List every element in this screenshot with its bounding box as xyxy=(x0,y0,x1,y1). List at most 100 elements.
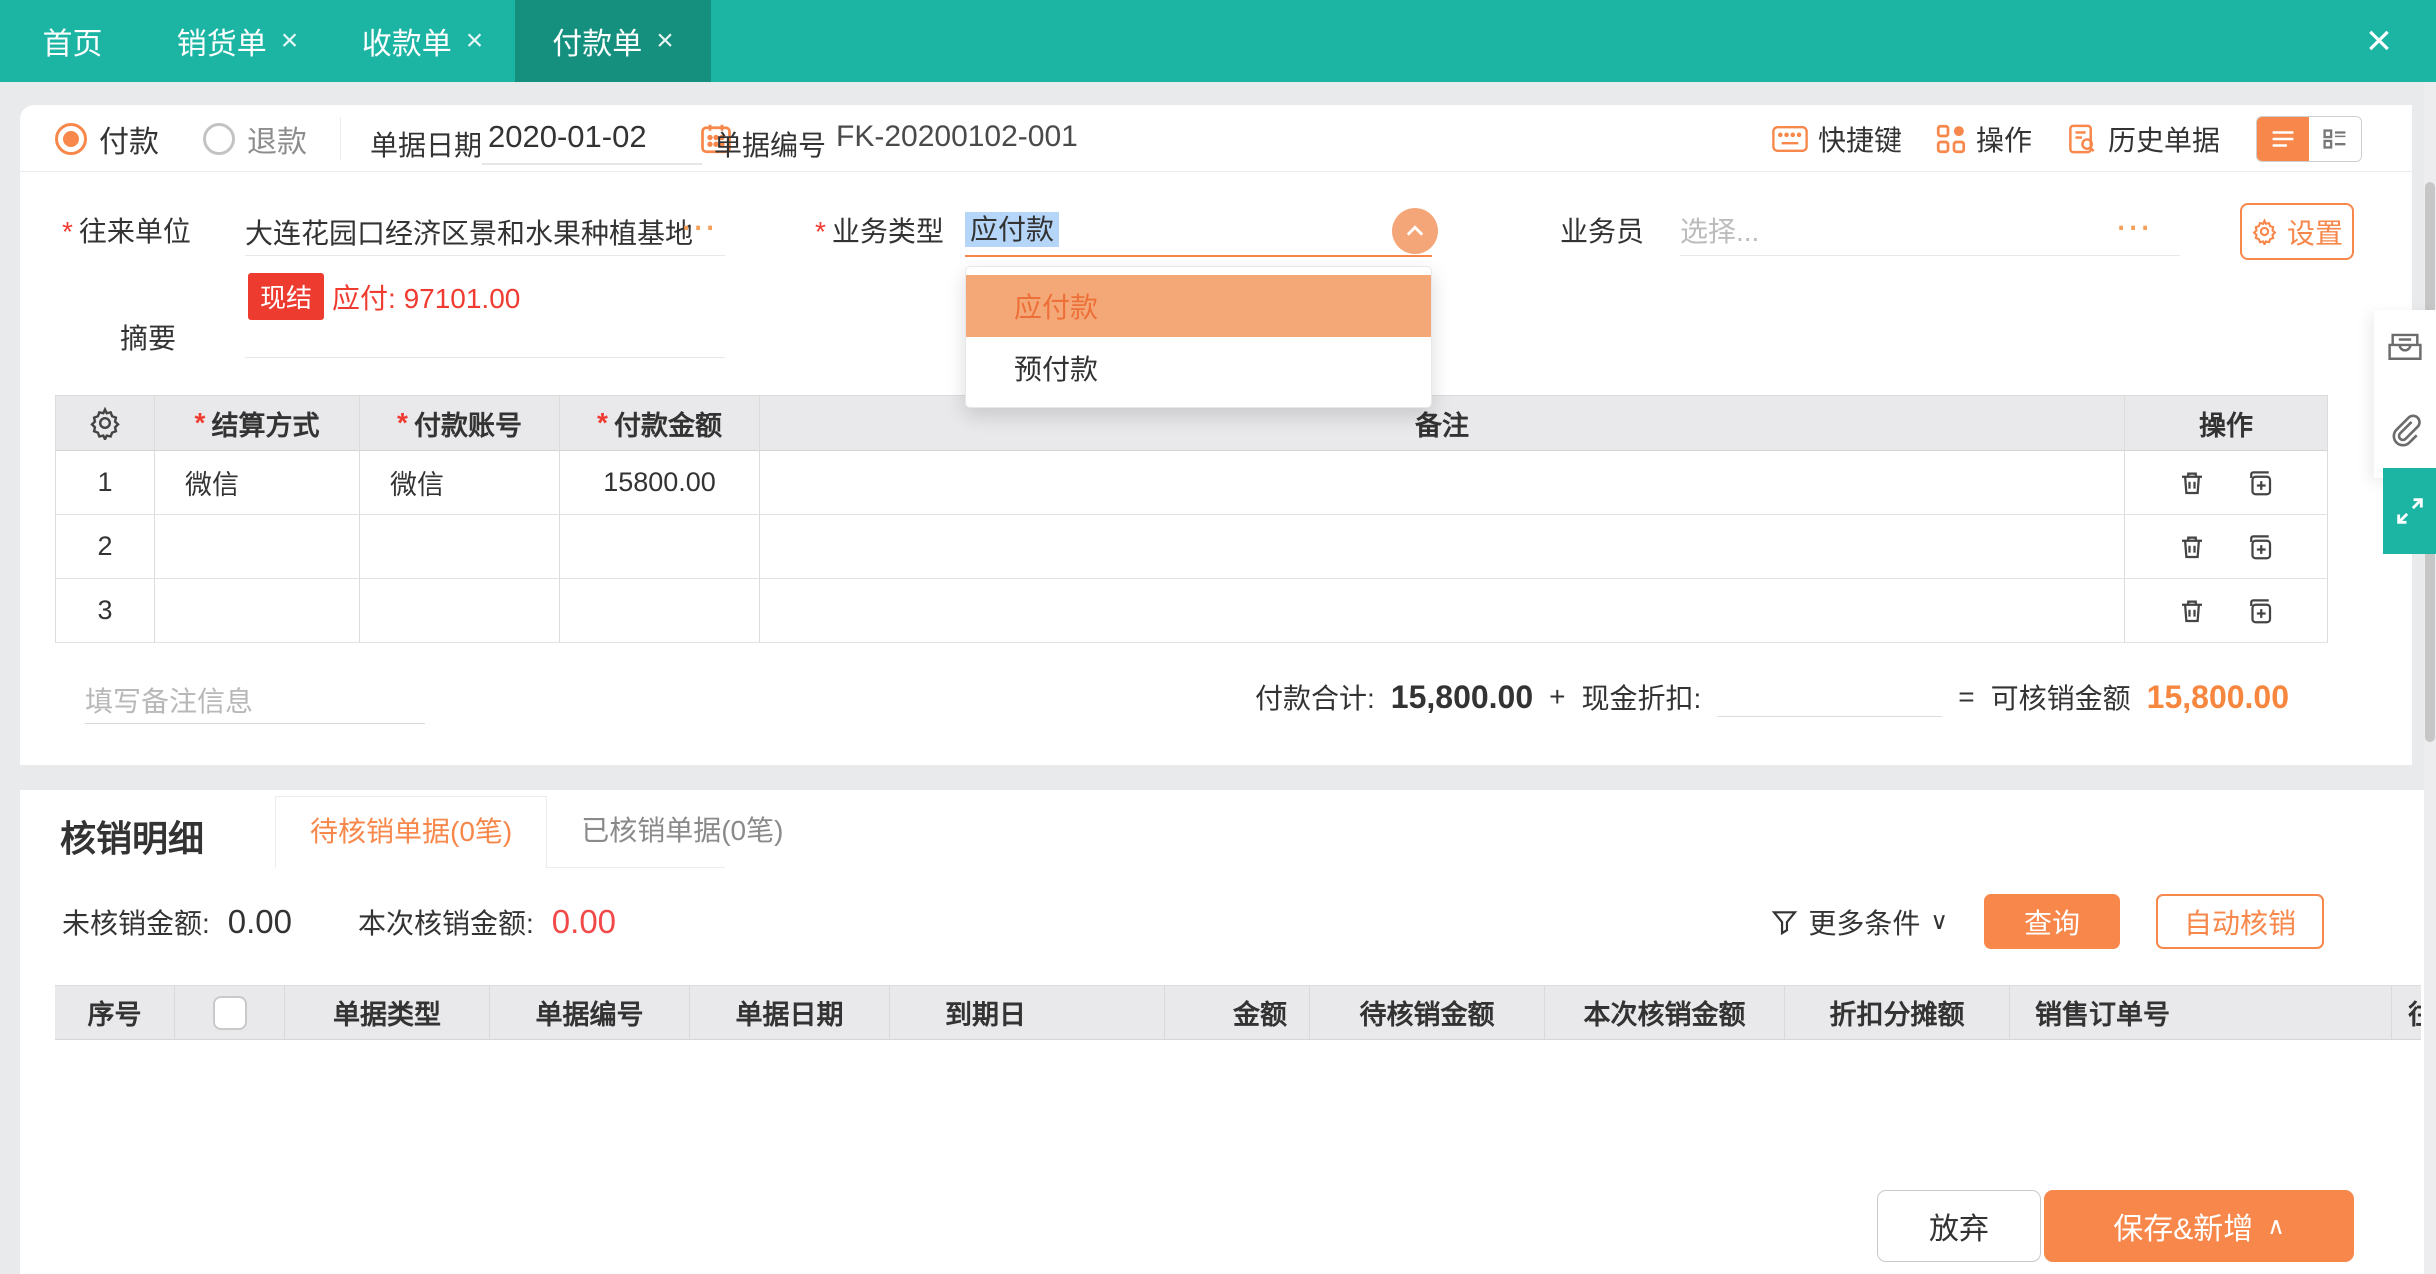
required-mark: * xyxy=(397,407,408,438)
note-cell[interactable] xyxy=(760,451,2125,515)
biztype-label: * 业务类型 xyxy=(815,210,944,250)
method-cell[interactable] xyxy=(155,579,360,643)
list-view-button[interactable] xyxy=(2257,116,2309,161)
amount-cell[interactable] xyxy=(560,515,760,579)
col-checkbox xyxy=(175,986,285,1039)
amount-cell[interactable]: 15800.00 xyxy=(560,451,760,515)
history-doc-icon xyxy=(2069,124,2095,153)
account-cell[interactable]: 微信 xyxy=(360,451,560,515)
gear-icon xyxy=(90,406,120,440)
detail-view-button[interactable] xyxy=(2309,116,2361,161)
partner-value[interactable]: 大连花园口经济区景和水果种植基地 xyxy=(245,212,693,252)
select-all-checkbox[interactable] xyxy=(212,995,247,1030)
window-close-icon[interactable]: × xyxy=(2344,0,2414,82)
keyboard-icon xyxy=(1772,125,1808,152)
list-view-icon xyxy=(2272,130,2294,147)
note-cell[interactable] xyxy=(760,515,2125,579)
radio-payment[interactable]: 付款 xyxy=(55,117,159,161)
dropdown-option-prepaid[interactable]: 预付款 xyxy=(966,337,1431,399)
writeoff-section: 核销明细 待核销单据(0笔) 已核销单据(0笔) 未核销金额: 0.00 本次核… xyxy=(20,790,2436,1274)
account-cell[interactable] xyxy=(360,579,560,643)
collapse-dropdown-button[interactable] xyxy=(1392,208,1438,254)
total-value: 15,800.00 xyxy=(1390,678,1534,715)
delete-row-icon[interactable] xyxy=(2177,532,2207,562)
date-value[interactable]: 2020-01-02 xyxy=(488,119,647,155)
tab-sales-order[interactable]: 销货单 × xyxy=(145,0,330,82)
partner-label-text: 往来单位 xyxy=(78,216,191,247)
method-cell[interactable] xyxy=(155,515,360,579)
shortcut-keys-label: 快捷键 xyxy=(1817,124,1902,156)
column-settings-cell[interactable] xyxy=(55,395,155,451)
vertical-scrollbar[interactable] xyxy=(2424,82,2436,1274)
more-filters-button[interactable]: 更多条件 ∨ xyxy=(1771,902,1948,942)
radio-refund[interactable]: 退款 xyxy=(203,117,307,161)
delete-row-icon[interactable] xyxy=(2177,596,2207,626)
partner-picker-icon[interactable]: ⋯ xyxy=(680,209,718,245)
copy-add-row-icon[interactable] xyxy=(2245,532,2275,562)
col-doc-date: 单据日期 xyxy=(690,986,890,1039)
divider xyxy=(340,117,341,160)
save-and-new-button[interactable]: 保存&新增 ∧ xyxy=(2044,1190,2354,1262)
tab-close-icon[interactable]: × xyxy=(281,24,299,58)
tab-payment-order[interactable]: 付款单 × xyxy=(515,0,711,82)
expand-icon xyxy=(2396,498,2423,524)
note-cell[interactable] xyxy=(760,579,2125,643)
salesman-input[interactable]: 选择... xyxy=(1680,210,1759,250)
current-writeoff-value: 0.00 xyxy=(551,903,617,940)
radio-selected-icon xyxy=(55,122,87,155)
column-ops: 操作 xyxy=(2125,395,2328,451)
print-tray-icon[interactable] xyxy=(2385,328,2425,373)
required-mark: * xyxy=(62,216,73,247)
required-mark: * xyxy=(597,407,608,438)
tab-pending-docs[interactable]: 待核销单据(0笔) xyxy=(275,796,548,868)
column-note-label: 备注 xyxy=(1415,410,1469,441)
discount-input[interactable] xyxy=(1717,677,1943,717)
account-cell[interactable] xyxy=(360,515,560,579)
operations-button[interactable]: 操作 xyxy=(1936,119,2032,159)
col-amount: 金额 xyxy=(1165,986,1310,1039)
auto-writeoff-button[interactable]: 自动核销 xyxy=(2156,894,2324,949)
attachment-icon[interactable] xyxy=(2386,411,2424,454)
available-writeoff-label: 可核销金额 xyxy=(1990,683,2131,714)
query-button[interactable]: 查询 xyxy=(1984,894,2120,949)
amount-cell[interactable] xyxy=(560,579,760,643)
column-amount-label: 付款金额 xyxy=(613,410,722,441)
chevron-down-icon: ∨ xyxy=(1930,908,1948,935)
biztype-value[interactable]: 应付款 xyxy=(965,208,1060,248)
totals-row: 付款合计: 15,800.00 + 现金折扣: = 可核销金额 15,800.0… xyxy=(1255,670,2289,724)
discount-label: 现金折扣: xyxy=(1581,683,1702,714)
delete-row-icon[interactable] xyxy=(2177,468,2207,498)
summary-input[interactable] xyxy=(245,357,725,358)
row-number: 2 xyxy=(55,515,155,579)
section-title: 核销明细 xyxy=(60,818,205,859)
plus-sign: + xyxy=(1549,681,1566,712)
note-input[interactable]: 填写备注信息 xyxy=(85,680,253,720)
tab-receipt-order[interactable]: 收款单 × xyxy=(330,0,515,82)
date-underline xyxy=(482,163,702,165)
salesman-picker-icon[interactable]: ⋯ xyxy=(2115,209,2153,245)
date-label: 单据日期 xyxy=(370,130,483,161)
copy-add-row-icon[interactable] xyxy=(2245,468,2275,498)
shortcut-keys-button[interactable]: 快捷键 xyxy=(1772,119,1902,159)
copy-add-row-icon[interactable] xyxy=(2245,596,2275,626)
method-cell[interactable]: 微信 xyxy=(155,451,360,515)
current-writeoff-label: 本次核销金额: xyxy=(358,908,534,939)
tab-done-docs[interactable]: 已核销单据(0笔) xyxy=(547,796,817,868)
biztype-underline xyxy=(965,255,1432,257)
history-docs-button[interactable]: 历史单据 xyxy=(2066,119,2220,159)
filter-funnel-icon xyxy=(1772,911,1798,935)
tab-receipt-label: 收款单 xyxy=(361,28,452,61)
floating-side-toolbar xyxy=(2374,310,2436,478)
tab-close-icon[interactable]: × xyxy=(656,24,674,58)
dropdown-option-payable[interactable]: 应付款 xyxy=(966,275,1431,337)
tab-close-icon[interactable]: × xyxy=(466,24,484,58)
writeoff-tabs: 待核销单据(0笔) 已核销单据(0笔) xyxy=(275,796,817,868)
partner-label: * 往来单位 xyxy=(62,210,191,250)
doc-number-label: 单据编号 xyxy=(714,130,827,161)
unwritten-label: 未核销金额: xyxy=(62,908,210,939)
ops-cell xyxy=(2125,451,2328,515)
discard-button[interactable]: 放弃 xyxy=(1877,1190,2041,1262)
tab-home[interactable]: 首页 xyxy=(0,0,145,82)
expand-fullscreen-button[interactable] xyxy=(2383,468,2436,554)
settings-button[interactable]: 设置 xyxy=(2240,203,2354,260)
